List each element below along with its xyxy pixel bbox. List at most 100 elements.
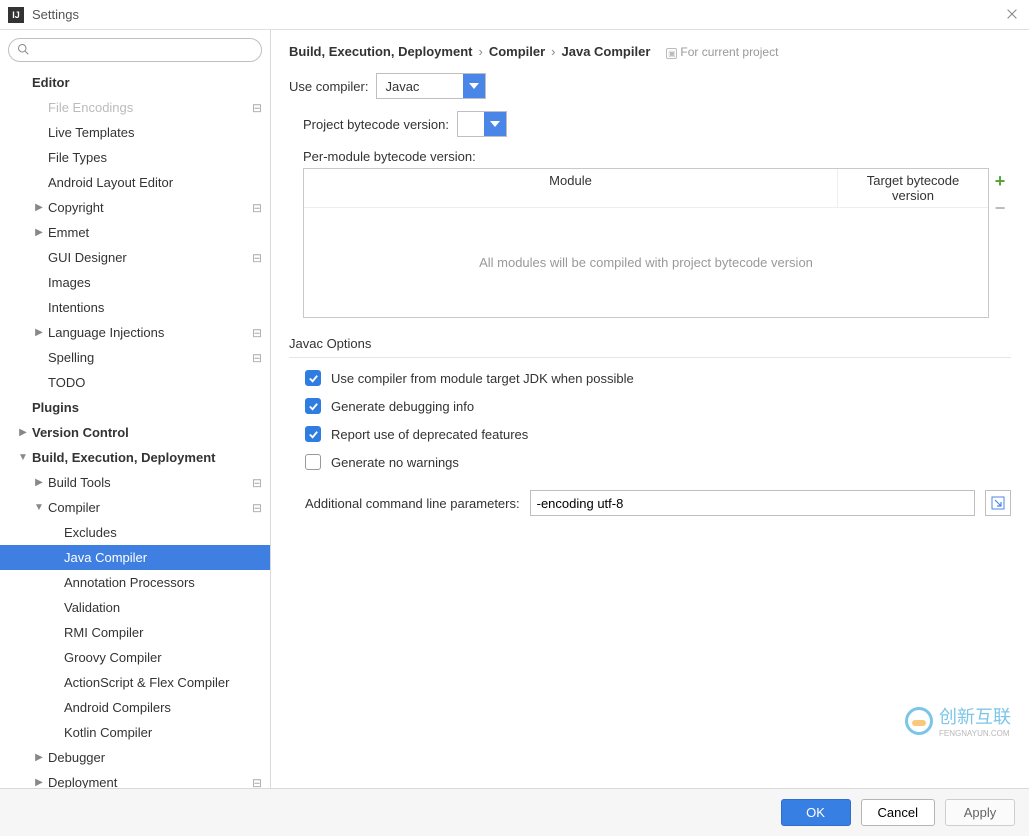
- cancel-button[interactable]: Cancel: [861, 799, 935, 826]
- project-scope-icon: ⊟: [252, 101, 262, 115]
- tree-item-images[interactable]: Images: [0, 270, 270, 295]
- ok-button[interactable]: OK: [781, 799, 851, 826]
- tree-item-label: Kotlin Compiler: [64, 725, 262, 740]
- chk-use-module-jdk-label: Use compiler from module target JDK when…: [331, 371, 634, 386]
- tree-item-emmet[interactable]: ▶Emmet: [0, 220, 270, 245]
- tree-item-label: Intentions: [48, 300, 262, 315]
- chevron-down-icon[interactable]: [484, 112, 506, 136]
- tree-item-label: Version Control: [32, 425, 262, 440]
- chk-deprecated[interactable]: [305, 426, 321, 442]
- tree-item-groovy-compiler[interactable]: Groovy Compiler: [0, 645, 270, 670]
- tree-item-label: Copyright: [48, 200, 252, 215]
- search-input[interactable]: [35, 43, 253, 58]
- tree-item-label: Language Injections: [48, 325, 252, 340]
- close-icon[interactable]: [1005, 7, 1021, 23]
- chk-debug-info-label: Generate debugging info: [331, 399, 474, 414]
- settings-tree: Editor File Encodings⊟Live Templates File …: [0, 70, 270, 788]
- col-target[interactable]: Target bytecode version: [838, 169, 988, 207]
- tree-item-intentions[interactable]: Intentions: [0, 295, 270, 320]
- tree-item-editor[interactable]: Editor: [0, 70, 270, 95]
- project-bytecode-select[interactable]: [457, 111, 507, 137]
- sidebar: Editor File Encodings⊟Live Templates File …: [0, 30, 271, 788]
- chevron-right-icon: ▶: [32, 777, 46, 788]
- tree-item-actionscript-flex-compiler[interactable]: ActionScript & Flex Compiler: [0, 670, 270, 695]
- breadcrumb: Build, Execution, Deployment › Compiler …: [271, 30, 1029, 67]
- tree-item-label: Validation: [64, 600, 262, 615]
- divider: [289, 357, 1011, 358]
- expand-params-button[interactable]: [985, 490, 1011, 516]
- tree-item-label: File Types: [48, 150, 262, 165]
- tree-item-annotation-processors[interactable]: Annotation Processors: [0, 570, 270, 595]
- tree-item-file-types[interactable]: File Types: [0, 145, 270, 170]
- tree-item-excludes[interactable]: Excludes: [0, 520, 270, 545]
- tree-item-label: Groovy Compiler: [64, 650, 262, 665]
- tree-item-spelling[interactable]: Spelling⊟: [0, 345, 270, 370]
- tree-item-label: Java Compiler: [64, 550, 262, 565]
- params-input[interactable]: [530, 490, 975, 516]
- chevron-right-icon: ›: [478, 44, 482, 59]
- tree-item-language-injections[interactable]: ▶Language Injections⊟: [0, 320, 270, 345]
- tree-item-debugger[interactable]: ▶Debugger: [0, 745, 270, 770]
- tree-item-version-control[interactable]: ▶Version Control: [0, 420, 270, 445]
- tree-item-label: Annotation Processors: [64, 575, 262, 590]
- search-icon: [17, 43, 29, 58]
- use-compiler-select[interactable]: Javac: [376, 73, 486, 99]
- apply-button[interactable]: Apply: [945, 799, 1015, 826]
- chevron-right-icon: ▶: [32, 227, 46, 238]
- titlebar: IJ Settings: [0, 0, 1029, 30]
- tree-item-label: Editor: [32, 75, 262, 90]
- project-scope-icon: ⊟: [252, 351, 262, 365]
- tree-item-android-compilers[interactable]: Android Compilers: [0, 695, 270, 720]
- chevron-down-icon: ▼: [16, 452, 30, 463]
- project-scope-icon: ⊟: [252, 326, 262, 340]
- tree-item-label: Build Tools: [48, 475, 252, 490]
- tree-item-kotlin-compiler[interactable]: Kotlin Compiler: [0, 720, 270, 745]
- chevron-right-icon: ▶: [16, 427, 30, 438]
- tree-item-java-compiler[interactable]: Java Compiler: [0, 545, 270, 570]
- tree-item-file-encodings[interactable]: File Encodings⊟: [0, 95, 270, 120]
- crumb-compiler[interactable]: Compiler: [489, 44, 545, 59]
- chk-debug-info[interactable]: [305, 398, 321, 414]
- tree-item-copyright[interactable]: ▶Copyright⊟: [0, 195, 270, 220]
- project-scope-icon: ⊟: [252, 501, 262, 515]
- tree-item-deployment[interactable]: ▶Deployment⊟: [0, 770, 270, 788]
- tree-item-label: RMI Compiler: [64, 625, 262, 640]
- app-icon: IJ: [8, 7, 24, 23]
- tree-item-build-execution-deployment[interactable]: ▼Build, Execution, Deployment: [0, 445, 270, 470]
- tree-item-label: Debugger: [48, 750, 262, 765]
- chevron-right-icon: ›: [551, 44, 555, 59]
- tree-item-todo[interactable]: TODO: [0, 370, 270, 395]
- tree-item-gui-designer[interactable]: GUI Designer⊟: [0, 245, 270, 270]
- tree-item-android-layout-editor[interactable]: Android Layout Editor: [0, 170, 270, 195]
- chevron-right-icon: ▶: [32, 327, 46, 338]
- tree-item-live-templates[interactable]: Live Templates: [0, 120, 270, 145]
- chk-use-module-jdk[interactable]: [305, 370, 321, 386]
- tree-item-label: Excludes: [64, 525, 262, 540]
- crumb-current: Java Compiler: [562, 44, 651, 59]
- main-panel: Build, Execution, Deployment › Compiler …: [271, 30, 1029, 788]
- tree-item-plugins[interactable]: Plugins: [0, 395, 270, 420]
- tree-item-label: ActionScript & Flex Compiler: [64, 675, 262, 690]
- search-box[interactable]: [8, 38, 262, 62]
- tree-item-label: Android Layout Editor: [48, 175, 262, 190]
- tree-item-build-tools[interactable]: ▶Build Tools⊟: [0, 470, 270, 495]
- javac-options-group: Javac Options: [271, 328, 1029, 353]
- add-module-button[interactable]: +: [995, 171, 1006, 192]
- chk-no-warnings-label: Generate no warnings: [331, 455, 459, 470]
- crumb-root[interactable]: Build, Execution, Deployment: [289, 44, 472, 59]
- project-scope-hint: ▣For current project: [666, 45, 778, 59]
- chk-no-warnings[interactable]: [305, 454, 321, 470]
- project-bytecode-label: Project bytecode version:: [303, 117, 449, 132]
- tree-item-validation[interactable]: Validation: [0, 595, 270, 620]
- project-scope-icon: ⊟: [252, 201, 262, 215]
- window-title: Settings: [32, 7, 1005, 22]
- tree-item-rmi-compiler[interactable]: RMI Compiler: [0, 620, 270, 645]
- tree-item-label: Images: [48, 275, 262, 290]
- tree-item-label: Plugins: [32, 400, 262, 415]
- chevron-down-icon[interactable]: [463, 74, 485, 98]
- tree-item-compiler[interactable]: ▼Compiler⊟: [0, 495, 270, 520]
- project-scope-icon: ⊟: [252, 251, 262, 265]
- dialog-footer: OK Cancel Apply: [0, 788, 1029, 836]
- tree-item-label: Build, Execution, Deployment: [32, 450, 262, 465]
- col-module[interactable]: Module: [304, 169, 838, 207]
